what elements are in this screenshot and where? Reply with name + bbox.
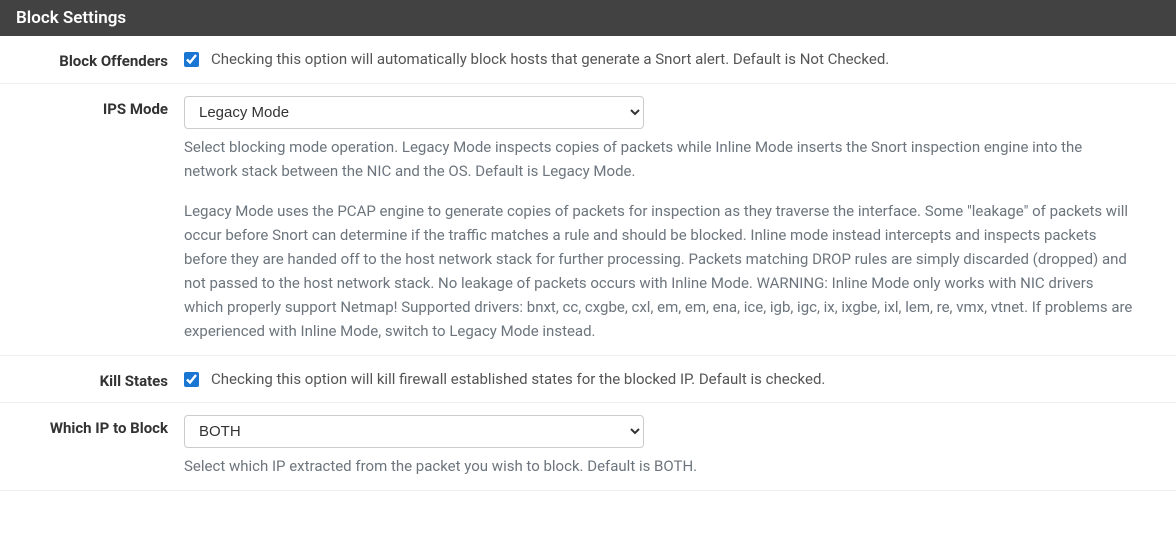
- kill-states-checkbox[interactable]: [184, 372, 199, 387]
- kill-states-control: Checking this option will kill firewall …: [184, 368, 1176, 391]
- ips-mode-help-1: Select blocking mode operation. Legacy M…: [184, 135, 1136, 183]
- kill-states-description: Checking this option will kill firewall …: [211, 368, 825, 391]
- form-group-ips-mode: IPS Mode Legacy Mode Select blocking mod…: [0, 84, 1176, 356]
- block-offenders-description: Checking this option will automatically …: [211, 48, 889, 71]
- block-offenders-control: Checking this option will automatically …: [184, 48, 1176, 71]
- kill-states-checkbox-row: Checking this option will kill firewall …: [184, 368, 1136, 391]
- kill-states-label: Kill States: [0, 368, 184, 391]
- which-ip-label: Which IP to Block: [0, 415, 184, 478]
- block-offenders-checkbox-row: Checking this option will automatically …: [184, 48, 1136, 71]
- block-offenders-label: Block Offenders: [0, 48, 184, 71]
- form-group-kill-states: Kill States Checking this option will ki…: [0, 356, 1176, 404]
- ips-mode-select[interactable]: Legacy Mode: [184, 96, 644, 129]
- form-group-block-offenders: Block Offenders Checking this option wil…: [0, 36, 1176, 84]
- form-group-which-ip: Which IP to Block BOTH Select which IP e…: [0, 403, 1176, 491]
- which-ip-help: Select which IP extracted from the packe…: [184, 454, 1136, 478]
- panel-header: Block Settings: [0, 0, 1176, 36]
- ips-mode-help-2: Legacy Mode uses the PCAP engine to gene…: [184, 199, 1136, 343]
- panel-title: Block Settings: [16, 8, 126, 28]
- block-offenders-checkbox[interactable]: [184, 52, 199, 67]
- which-ip-select[interactable]: BOTH: [184, 415, 644, 448]
- ips-mode-control: Legacy Mode Select blocking mode operati…: [184, 96, 1176, 343]
- which-ip-control: BOTH Select which IP extracted from the …: [184, 415, 1176, 478]
- ips-mode-label: IPS Mode: [0, 96, 184, 343]
